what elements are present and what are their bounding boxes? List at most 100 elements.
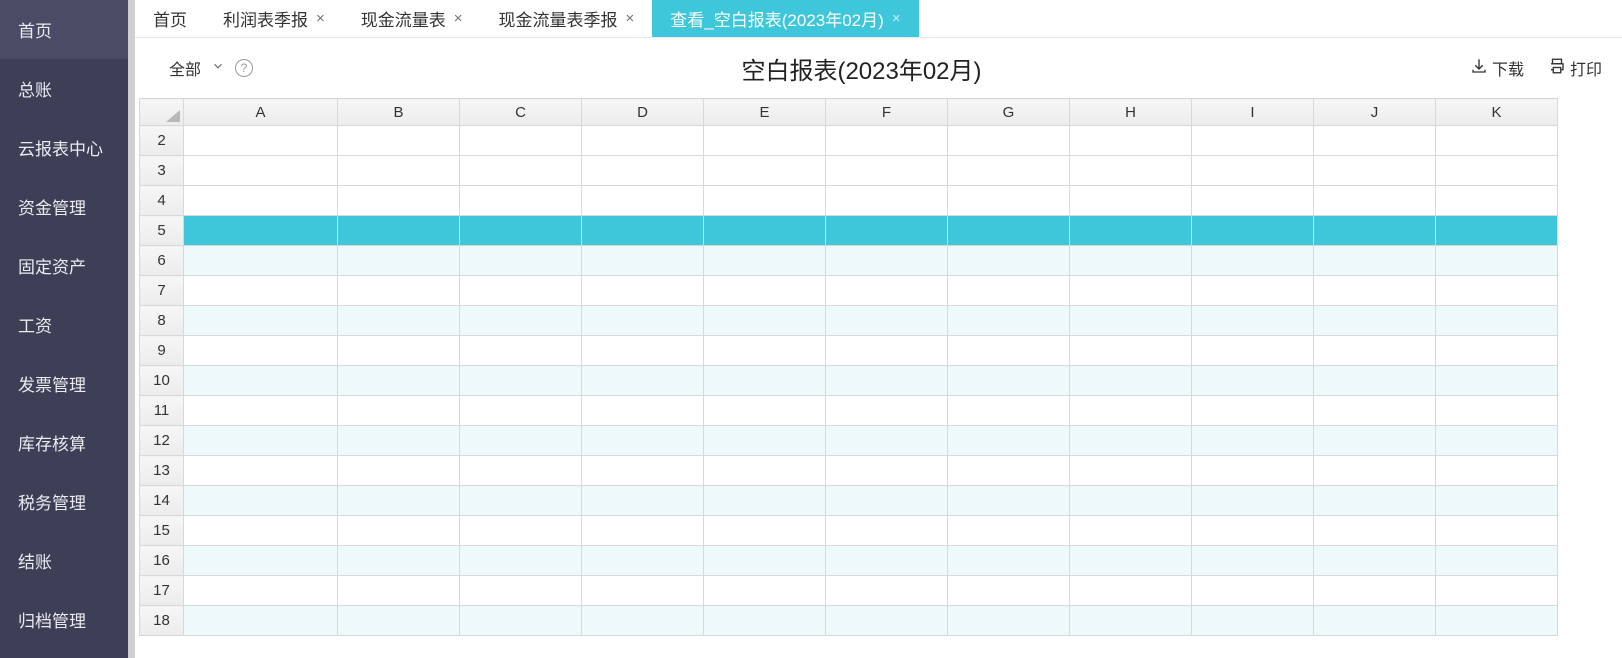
cell[interactable] [338,306,460,336]
sidebar-item[interactable]: 税务管理 [0,472,128,531]
cell[interactable] [184,186,338,216]
cell[interactable] [704,576,826,606]
cell[interactable] [338,216,460,246]
cell[interactable] [1436,426,1558,456]
cell[interactable] [1070,546,1192,576]
cell[interactable] [826,276,948,306]
cell[interactable] [704,276,826,306]
cell[interactable] [1192,486,1314,516]
cell[interactable] [1070,516,1192,546]
cell[interactable] [704,366,826,396]
spreadsheet[interactable]: ABCDEFGHIJK23456789101112131415161718 [135,98,1622,658]
cell[interactable] [1192,246,1314,276]
select-all-corner[interactable] [140,99,184,126]
cell[interactable] [1436,276,1558,306]
cell[interactable] [1192,576,1314,606]
cell[interactable] [704,216,826,246]
column-header[interactable]: G [948,99,1070,126]
cell[interactable] [1314,186,1436,216]
cell[interactable] [582,306,704,336]
cell[interactable] [826,126,948,156]
cell[interactable] [460,276,582,306]
cell[interactable] [1436,336,1558,366]
cell[interactable] [1070,126,1192,156]
row-header[interactable]: 17 [140,576,184,606]
row-header[interactable]: 15 [140,516,184,546]
cell[interactable] [704,606,826,636]
row-header[interactable]: 12 [140,426,184,456]
cell[interactable] [460,486,582,516]
tab[interactable]: 现金流量表季报× [481,0,653,37]
column-header[interactable]: D [582,99,704,126]
cell[interactable] [338,246,460,276]
cell[interactable] [582,576,704,606]
row-header[interactable]: 7 [140,276,184,306]
row-header[interactable]: 14 [140,486,184,516]
cell[interactable] [460,186,582,216]
cell[interactable] [704,546,826,576]
cell[interactable] [582,606,704,636]
sidebar-item[interactable]: 首页 [0,0,128,59]
cell[interactable] [1436,246,1558,276]
cell[interactable] [826,186,948,216]
cell[interactable] [338,546,460,576]
row-header[interactable]: 5 [140,216,184,246]
cell[interactable] [1070,576,1192,606]
cell[interactable] [1436,606,1558,636]
cell[interactable] [582,546,704,576]
cell[interactable] [1436,516,1558,546]
cell[interactable] [582,156,704,186]
cell[interactable] [1192,396,1314,426]
cell[interactable] [826,336,948,366]
cell[interactable] [338,276,460,306]
cell[interactable] [1192,336,1314,366]
cell[interactable] [582,126,704,156]
cell[interactable] [460,366,582,396]
close-icon[interactable]: × [316,10,325,27]
cell[interactable] [460,216,582,246]
row-header[interactable]: 10 [140,366,184,396]
cell[interactable] [460,606,582,636]
cell[interactable] [948,516,1070,546]
cell[interactable] [338,576,460,606]
cell[interactable] [338,126,460,156]
sidebar-item[interactable]: 小畅报销 [0,649,128,658]
cell[interactable] [1314,336,1436,366]
cell[interactable] [826,546,948,576]
cell[interactable] [826,606,948,636]
cell[interactable] [948,546,1070,576]
cell[interactable] [1314,276,1436,306]
cell[interactable] [826,426,948,456]
cell[interactable] [1314,486,1436,516]
row-header[interactable]: 2 [140,126,184,156]
cell[interactable] [184,396,338,426]
cell[interactable] [338,486,460,516]
cell[interactable] [460,156,582,186]
cell[interactable] [184,606,338,636]
cell[interactable] [1314,516,1436,546]
cell[interactable] [1314,456,1436,486]
cell[interactable] [460,306,582,336]
cell[interactable] [582,366,704,396]
row-header[interactable]: 3 [140,156,184,186]
tab[interactable]: 利润表季报× [205,0,343,37]
cell[interactable] [704,336,826,366]
tab[interactable]: 首页 [135,0,205,37]
close-icon[interactable]: × [892,10,901,27]
cell[interactable] [338,156,460,186]
cell[interactable] [582,246,704,276]
cell[interactable] [826,516,948,546]
filter-label[interactable]: 全部 [169,56,201,80]
cell[interactable] [1314,216,1436,246]
sidebar-item[interactable]: 发票管理 [0,354,128,413]
column-header[interactable]: J [1314,99,1436,126]
cell[interactable] [1192,126,1314,156]
cell[interactable] [460,336,582,366]
cell[interactable] [338,366,460,396]
cell[interactable] [338,456,460,486]
cell[interactable] [460,246,582,276]
cell[interactable] [460,426,582,456]
sidebar-item[interactable]: 固定资产 [0,236,128,295]
cell[interactable] [1192,276,1314,306]
cell[interactable] [1314,366,1436,396]
